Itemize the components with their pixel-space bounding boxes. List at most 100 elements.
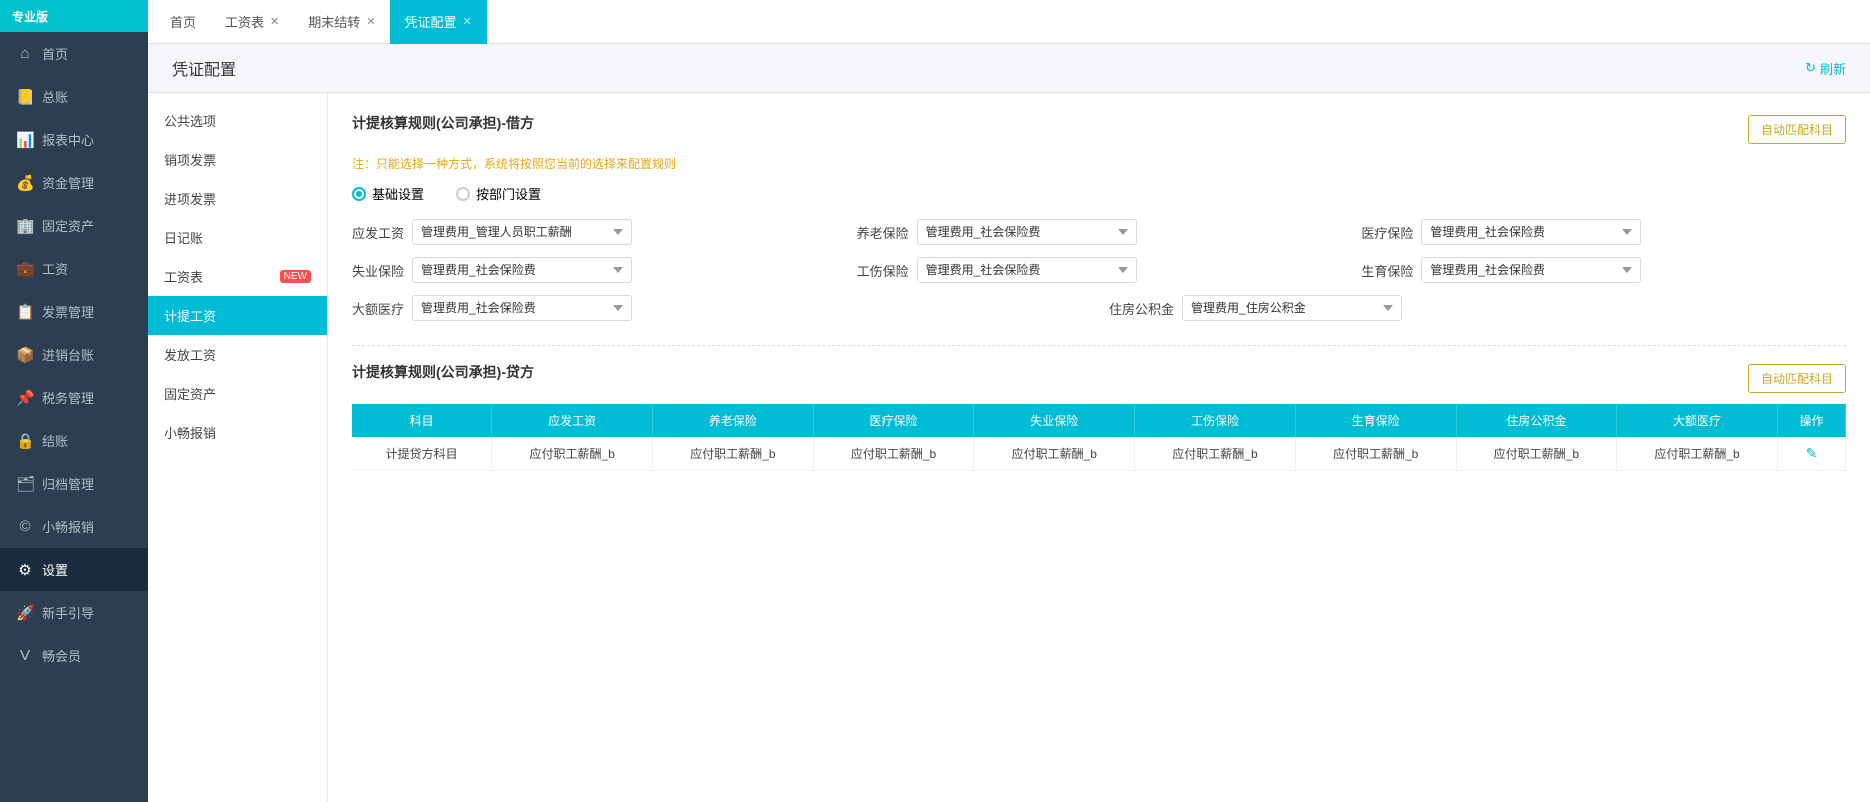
col-injury: 工伤保险 (1135, 404, 1296, 437)
sidebar-item-inventory[interactable]: 📦 进销台账 (0, 333, 148, 376)
debit-fields-row3: 大额医疗 管理费用_社会保险费 住房公积金 管理费用_住房公积金 (352, 295, 1846, 321)
refresh-button[interactable]: ↻ 刷新 (1805, 59, 1846, 78)
field-injury: 工伤保险 管理费用_社会保险费 (857, 257, 1342, 283)
guide-icon: 🚀 (16, 604, 34, 622)
housing-select[interactable]: 管理费用_住房公积金 (1182, 295, 1402, 321)
archive-icon: 🗂 (16, 475, 34, 493)
maternity-label: 生育保险 (1361, 261, 1413, 280)
debit-section: 计提核算规则(公司承担)-借方 自动匹配科目 注：只能选择一种方式，系统将按照您… (352, 113, 1846, 321)
maternity-select[interactable]: 管理费用_社会保险费 (1421, 257, 1641, 283)
page-header: 凭证配置 ↻ 刷新 (148, 44, 1870, 93)
pension-select[interactable]: 管理费用_社会保险费 (917, 219, 1137, 245)
credit-section-title: 计提核算规则(公司承担)-贷方 (352, 362, 534, 382)
col-salary: 应发工资 (492, 404, 653, 437)
col-large-medical: 大额医疗 (1617, 404, 1778, 437)
field-medical: 医疗保险 管理费用_社会保险费 (1361, 219, 1846, 245)
cell-subject: 计提贷方科目 (352, 437, 492, 471)
sidebar-item-archive[interactable]: 🗂 归档管理 (0, 462, 148, 505)
sidebar-item-home[interactable]: ⌂ 首页 (0, 32, 148, 75)
app-title: 专业版 (0, 0, 148, 32)
radio-dept[interactable]: 按部门设置 (456, 184, 541, 203)
edit-icon[interactable]: ✎ (1806, 445, 1818, 461)
credit-auto-match-button[interactable]: 自动匹配科目 (1748, 364, 1846, 393)
fund-icon: 💰 (16, 174, 34, 192)
sidebar-item-invoice[interactable]: 📋 发票管理 (0, 290, 148, 333)
salary-icon: 💼 (16, 260, 34, 278)
left-nav-fixed-asset[interactable]: 固定资产 (148, 374, 327, 413)
report-icon: 📊 (16, 131, 34, 149)
unemployment-label: 失业保险 (352, 261, 404, 280)
left-nav-pay-salary[interactable]: 发放工资 (148, 335, 327, 374)
sidebar-item-report[interactable]: 📊 报表中心 (0, 118, 148, 161)
sidebar-item-guide[interactable]: 🚀 新手引导 (0, 591, 148, 634)
sidebar: 专业版 ⌂ 首页 📒 总账 📊 报表中心 💰 资金管理 🏢 固定资产 💼 工资 … (0, 0, 148, 802)
left-nav-purchase-invoice[interactable]: 进项发票 (148, 179, 327, 218)
table-row: 计提贷方科目 应付职工薪酬_b 应付职工薪酬_b 应付职工薪酬_b 应付职工薪酬… (352, 437, 1846, 471)
radio-dept-circle (456, 187, 470, 201)
sidebar-item-fund[interactable]: 💰 资金管理 (0, 161, 148, 204)
left-nav-xiaochang-expense[interactable]: 小畅报销 (148, 413, 327, 452)
sidebar-item-ledger[interactable]: 📒 总账 (0, 75, 148, 118)
table-header-row: 科目 应发工资 养老保险 医疗保险 失业保险 工伤保险 生育保险 住房公积金 大… (352, 404, 1846, 437)
credit-table: 科目 应发工资 养老保险 医疗保险 失业保险 工伤保险 生育保险 住房公积金 大… (352, 404, 1846, 471)
cell-housing: 应付职工薪酬_b (1456, 437, 1617, 471)
cell-medical: 应付职工薪酬_b (813, 437, 974, 471)
sidebar-item-asset[interactable]: 🏢 固定资产 (0, 204, 148, 247)
sidebar-item-closing[interactable]: 🔒 结账 (0, 419, 148, 462)
refresh-icon: ↻ (1805, 60, 1816, 76)
left-nav-salary-table[interactable]: 工资表 NEW (148, 257, 327, 296)
content-wrapper: 公共选项 销项发票 进项发票 日记账 工资表 NEW 计提工资 发放工资 固 (148, 93, 1870, 802)
credit-section: 计提核算规则(公司承担)-贷方 自动匹配科目 科目 应发工资 养老保险 医疗保险… (352, 362, 1846, 471)
vip-icon: V (16, 647, 34, 664)
sidebar-item-settings[interactable]: ⚙ 设置 (0, 548, 148, 591)
main-content: 计提核算规则(公司承担)-借方 自动匹配科目 注：只能选择一种方式，系统将按照您… (328, 93, 1870, 802)
sidebar-item-vip[interactable]: V 畅会员 (0, 634, 148, 677)
tab-salary-table[interactable]: 工资表 ✕ (211, 0, 294, 44)
sidebar-item-salary[interactable]: 💼 工资 (0, 247, 148, 290)
closing-icon: 🔒 (16, 432, 34, 450)
injury-select[interactable]: 管理费用_社会保险费 (917, 257, 1137, 283)
medical-select[interactable]: 管理费用_社会保险费 (1421, 219, 1641, 245)
debit-auto-match-button[interactable]: 自动匹配科目 (1748, 115, 1846, 144)
left-nav-sales-invoice[interactable]: 销项发票 (148, 140, 327, 179)
col-unemployment: 失业保险 (974, 404, 1135, 437)
col-pension: 养老保险 (652, 404, 813, 437)
debit-fields-row2: 失业保险 管理费用_社会保险费 工伤保险 管理费用_社会保险费 生育保险 (352, 257, 1846, 283)
close-period-tab-icon[interactable]: ✕ (366, 15, 375, 28)
salary-label: 应发工资 (352, 223, 404, 242)
unemployment-select[interactable]: 管理费用_社会保险费 (412, 257, 632, 283)
left-nav-public[interactable]: 公共选项 (148, 101, 327, 140)
page-title: 凭证配置 (172, 56, 236, 80)
left-nav-calculate-salary[interactable]: 计提工资 (148, 296, 327, 335)
credit-section-header: 计提核算规则(公司承担)-贷方 自动匹配科目 (352, 362, 1846, 394)
large-medical-select[interactable]: 管理费用_社会保险费 (412, 295, 632, 321)
tab-voucher-config[interactable]: 凭证配置 ✕ (390, 0, 486, 44)
col-subject: 科目 (352, 404, 492, 437)
radio-basic[interactable]: 基础设置 (352, 184, 424, 203)
col-medical: 医疗保险 (813, 404, 974, 437)
field-pension: 养老保险 管理费用_社会保险费 (857, 219, 1342, 245)
tax-icon: 📌 (16, 389, 34, 407)
col-housing: 住房公积金 (1456, 404, 1617, 437)
salary-select[interactable]: 管理费用_管理人员职工薪酬 (412, 219, 632, 245)
debit-note: 注：只能选择一种方式，系统将按照您当前的选择来配置规则 (352, 155, 1846, 172)
close-voucher-tab-icon[interactable]: ✕ (463, 15, 472, 28)
injury-label: 工伤保险 (857, 261, 909, 280)
invoice-icon: 📋 (16, 303, 34, 321)
left-nav: 公共选项 销项发票 进项发票 日记账 工资表 NEW 计提工资 发放工资 固 (148, 93, 328, 802)
xiaochang-icon: © (16, 518, 34, 535)
close-salary-tab-icon[interactable]: ✕ (270, 15, 279, 28)
sidebar-item-xiaochang[interactable]: © 小畅报销 (0, 505, 148, 548)
tab-period-close[interactable]: 期末结转 ✕ (294, 0, 390, 44)
sidebar-item-tax[interactable]: 📌 税务管理 (0, 376, 148, 419)
left-nav-diary[interactable]: 日记账 (148, 218, 327, 257)
cell-injury: 应付职工薪酬_b (1135, 437, 1296, 471)
cell-action[interactable]: ✎ (1777, 437, 1845, 471)
tab-home[interactable]: 首页 (156, 0, 211, 44)
debit-radio-group: 基础设置 按部门设置 (352, 184, 1846, 203)
radio-basic-circle (352, 187, 366, 201)
large-medical-label: 大额医疗 (352, 299, 404, 318)
debit-section-title: 计提核算规则(公司承担)-借方 (352, 113, 534, 133)
field-salary: 应发工资 管理费用_管理人员职工薪酬 (352, 219, 837, 245)
field-housing: 住房公积金 管理费用_住房公积金 (1109, 295, 1846, 321)
